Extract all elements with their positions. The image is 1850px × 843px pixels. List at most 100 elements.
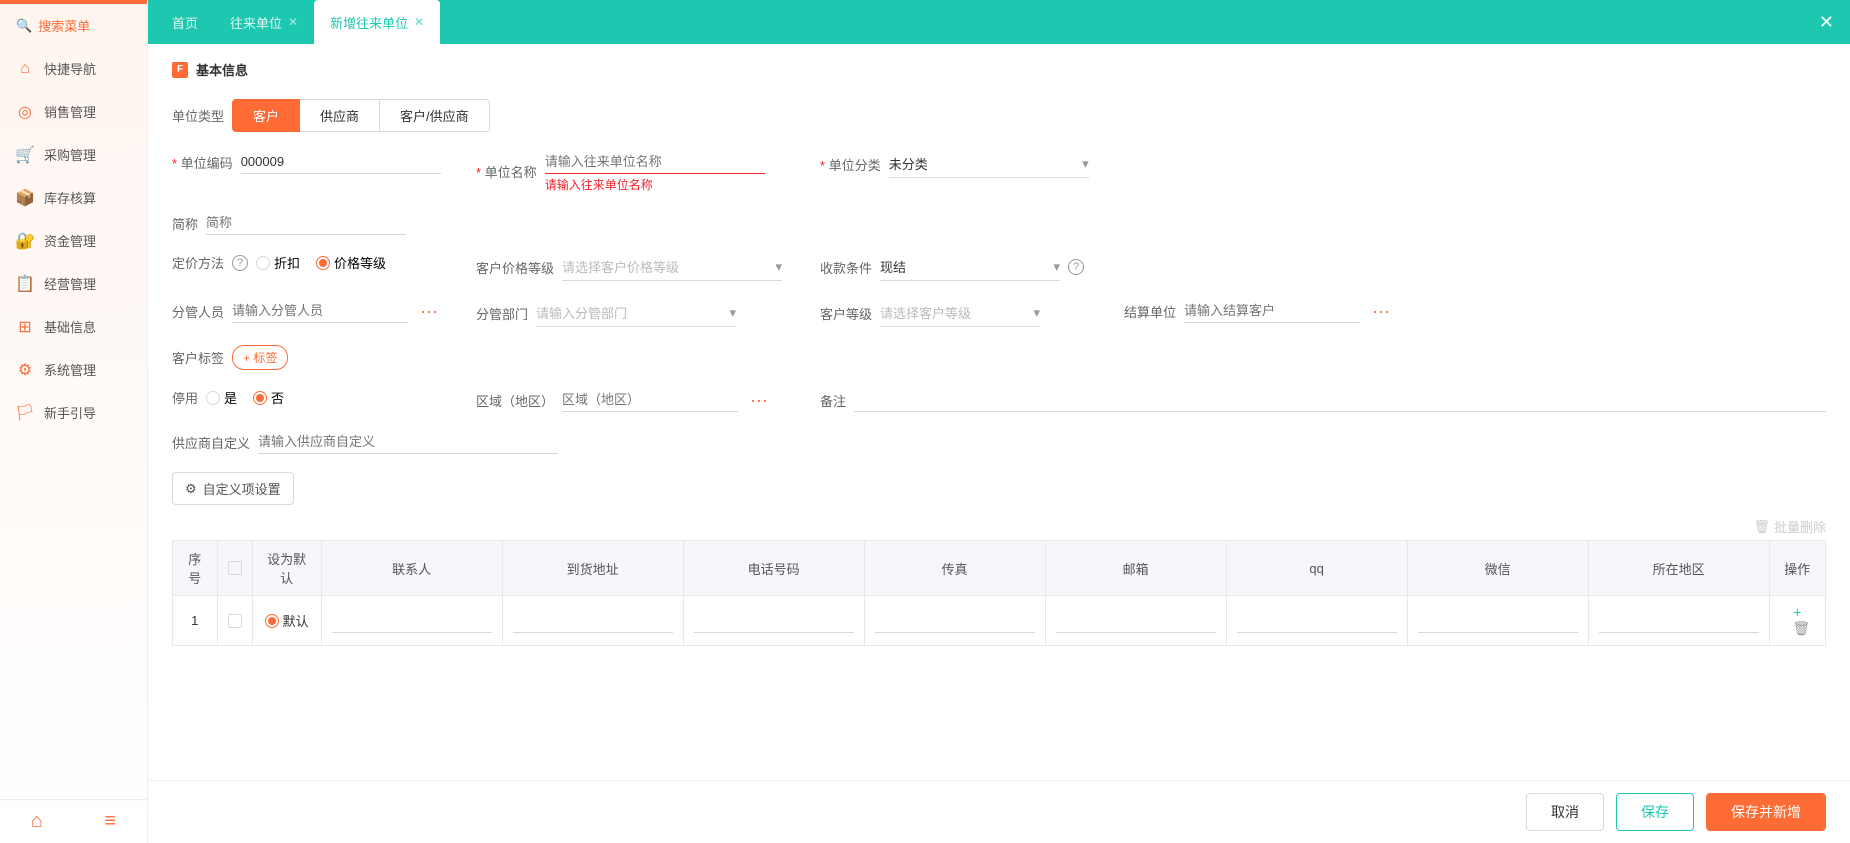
footer: 取消 保存 保存并新增 [148, 780, 1850, 843]
home-icon: ⌂ [16, 60, 34, 78]
manager-dots-btn[interactable]: ··· [416, 302, 442, 320]
cell-default: 默认 [252, 596, 321, 646]
custom-settings-label: 自定义项设置 [203, 479, 281, 498]
col-phone: 电话号码 [683, 541, 864, 596]
manager-input[interactable] [232, 299, 408, 323]
select-all-checkbox[interactable] [228, 561, 242, 575]
radio-discount[interactable]: 折扣 [256, 253, 300, 272]
radio-yes[interactable]: 是 [206, 388, 237, 407]
customer-level-label: 客户等级 [820, 304, 872, 323]
default-radio[interactable]: 默认 [263, 611, 311, 630]
tab-add-unit-label: 新增往来单位 [330, 13, 408, 32]
unit-code-input[interactable] [241, 150, 441, 174]
pricing-row: 定价方法 ? 折扣 价格等级 客户价格等级 请选择客户价格等级 [172, 253, 1826, 281]
email-input[interactable] [1056, 609, 1216, 633]
col-seq: 序号 [173, 541, 218, 596]
sidebar-menu-btn[interactable]: ≡ [74, 800, 148, 843]
gear-icon: ⚙ [185, 481, 197, 497]
unit-category-label: 单位分类 [820, 155, 881, 174]
wechat-input[interactable] [1418, 609, 1578, 633]
sidebar-item-label: 基础信息 [44, 317, 96, 336]
cell-address [502, 596, 683, 646]
customer-level-placeholder: 请选择客户等级 [880, 303, 971, 322]
supplier-custom-label: 供应商自定义 [172, 433, 250, 452]
save-add-button[interactable]: 保存并新增 [1706, 793, 1826, 831]
region-input[interactable] [562, 388, 738, 412]
tab-add-unit-close[interactable]: ✕ [414, 15, 424, 29]
row-checkbox[interactable] [228, 614, 242, 628]
manager-group: 分管人员 ··· [172, 299, 452, 323]
fax-input[interactable] [875, 609, 1035, 633]
sidebar-search[interactable]: 🔍 搜索菜单 [0, 4, 147, 47]
dept-select[interactable]: 请输入分管部门 ▾ [536, 299, 736, 327]
sidebar-item-sales[interactable]: ◎ 销售管理 [0, 90, 147, 133]
remarks-input[interactable] [854, 388, 1826, 412]
sidebar-item-quick-nav[interactable]: ⌂ 快捷导航 [0, 47, 147, 90]
cell-qq [1226, 596, 1407, 646]
unit-name-error: 请输入往来单位名称 [545, 176, 765, 193]
settlement-unit-input[interactable] [1184, 299, 1360, 323]
sidebar-item-basic-info[interactable]: ⊞ 基础信息 [0, 305, 147, 348]
unit-type-group: 单位类型 客户 供应商 客户/供应商 [172, 99, 1826, 132]
unit-category-select[interactable]: 未分类 ▾ [889, 150, 1089, 178]
settlement-dots-btn[interactable]: ··· [1368, 302, 1394, 320]
add-row-icon[interactable]: + [1793, 604, 1801, 620]
sidebar-item-purchase[interactable]: 🛒 采购管理 [0, 133, 147, 176]
type-btn-both[interactable]: 客户/供应商 [380, 99, 490, 132]
unit-name-input[interactable] [545, 150, 765, 174]
delete-row-icon[interactable]: 🗑 [1792, 620, 1810, 636]
sidebar-item-operations[interactable]: 📋 经营管理 [0, 262, 147, 305]
pricing-help-icon[interactable]: ? [232, 255, 248, 271]
type-btn-customer[interactable]: 客户 [232, 99, 300, 132]
payment-help-icon[interactable]: ? [1068, 259, 1084, 275]
phone-input[interactable] [694, 609, 854, 633]
sidebar-item-system[interactable]: ⚙ 系统管理 [0, 348, 147, 391]
code-name-category-row: 单位编码 单位名称 请输入往来单位名称 单位分类 未分类 ▾ [172, 150, 1826, 193]
operations-icon: 📋 [16, 275, 34, 293]
tab-contact-unit-close[interactable]: ✕ [288, 15, 298, 29]
price-level-chevron-icon: ▾ [775, 259, 782, 275]
section-title: 基本信息 [196, 60, 248, 79]
payment-terms-select[interactable]: 现结 ▾ [880, 253, 1060, 281]
radio-price-level[interactable]: 价格等级 [316, 253, 386, 272]
unit-type-buttons: 客户 供应商 客户/供应商 [232, 99, 490, 132]
address-input[interactable] [513, 609, 673, 633]
sidebar-item-guide[interactable]: 🏳 新手引导 [0, 391, 147, 434]
supplier-custom-row: 供应商自定义 [172, 430, 1826, 454]
add-tag-button[interactable]: + 标签 [232, 345, 288, 370]
batch-delete-label[interactable]: 批量删除 [1774, 517, 1826, 536]
save-button[interactable]: 保存 [1616, 793, 1694, 831]
region-group: 区域（地区） ··· [476, 388, 796, 412]
contact-input[interactable] [332, 609, 492, 633]
cancel-button[interactable]: 取消 [1526, 793, 1604, 831]
tab-bar-close-btn[interactable]: ✕ [1811, 12, 1842, 33]
col-address: 到货地址 [502, 541, 683, 596]
settlement-unit-group: 结算单位 ··· [1124, 299, 1404, 323]
qq-input[interactable] [1237, 609, 1397, 633]
customer-level-select[interactable]: 请选择客户等级 ▾ [880, 299, 1040, 327]
basic-info-icon: ⊞ [16, 318, 34, 336]
region-table-input[interactable] [1599, 609, 1759, 633]
customer-price-level-select[interactable]: 请选择客户价格等级 ▾ [562, 253, 782, 281]
disabled-radio-group: 是 否 [206, 388, 284, 407]
tab-add-unit[interactable]: 新增往来单位 ✕ [314, 0, 440, 44]
custom-settings-button[interactable]: ⚙ 自定义项设置 [172, 472, 294, 505]
sidebar: 🔍 搜索菜单 ⌂ 快捷导航 ◎ 销售管理 🛒 采购管理 📦 库存核算 🔐 资金管… [0, 0, 148, 843]
radio-no-label: 否 [271, 388, 284, 407]
region-dots-btn[interactable]: ··· [746, 391, 772, 409]
tab-home[interactable]: 首页 [156, 0, 214, 44]
disabled-group: 停用 是 否 [172, 388, 452, 407]
abbr-group: 简称 [172, 211, 452, 235]
customer-price-level-label: 客户价格等级 [476, 258, 554, 277]
sidebar-item-finance[interactable]: 🔐 资金管理 [0, 219, 147, 262]
cell-contact [321, 596, 502, 646]
abbr-input[interactable] [206, 211, 406, 235]
supplier-custom-input[interactable] [258, 430, 558, 454]
system-icon: ⚙ [16, 361, 34, 379]
type-btn-supplier[interactable]: 供应商 [300, 99, 380, 132]
pricing-method-group: 定价方法 ? 折扣 价格等级 [172, 253, 452, 272]
radio-no[interactable]: 否 [253, 388, 284, 407]
sidebar-item-inventory[interactable]: 📦 库存核算 [0, 176, 147, 219]
sidebar-home-btn[interactable]: ⌂ [0, 800, 74, 843]
tab-contact-unit[interactable]: 往来单位 ✕ [214, 0, 314, 44]
